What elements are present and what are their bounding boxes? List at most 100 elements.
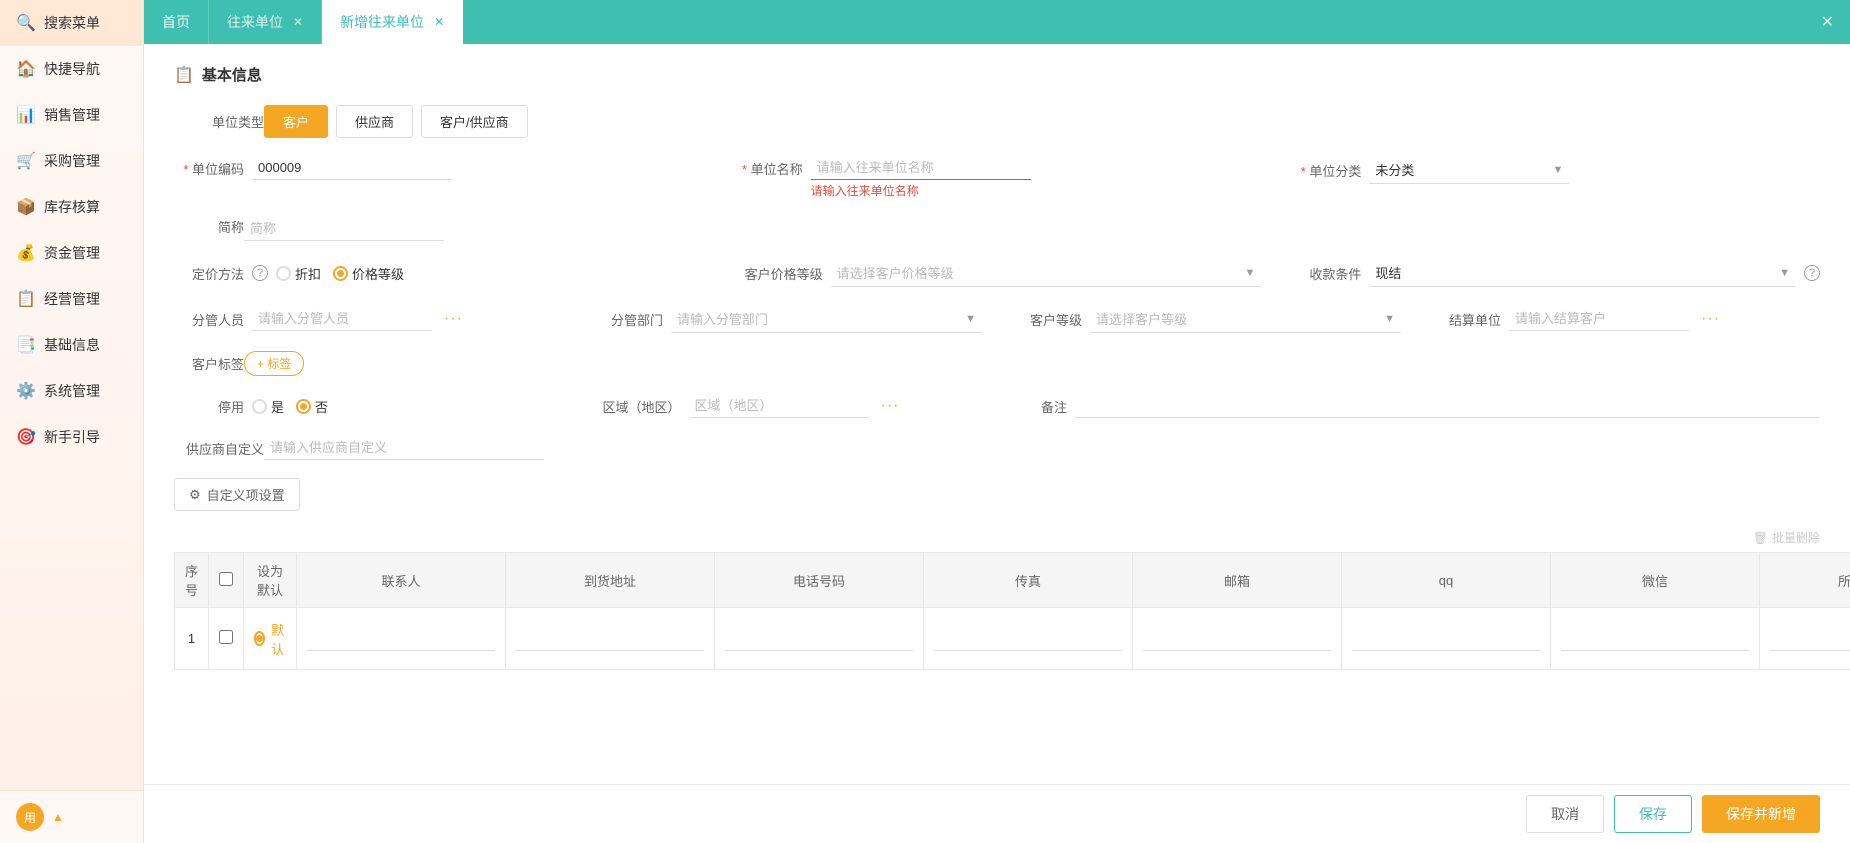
- money-icon: 💰: [16, 243, 36, 263]
- row-email-input[interactable]: [1143, 627, 1331, 651]
- window-close-button[interactable]: ✕: [1805, 12, 1850, 32]
- unit-name-field: 单位名称 请输入往来单位名称: [733, 156, 1262, 199]
- row-default-cell: 默认: [244, 608, 297, 670]
- tab-counterparty-close[interactable]: ✕: [293, 15, 303, 29]
- unit-type-both[interactable]: 客户/供应商: [421, 105, 528, 138]
- manager-input[interactable]: [252, 307, 432, 331]
- tag-add-button[interactable]: + 标签: [244, 351, 304, 376]
- unit-name-label: 单位名称: [733, 159, 803, 178]
- sidebar-item-sales[interactable]: 📊 销售管理: [0, 92, 143, 138]
- row-default-radio-group: 默认: [254, 620, 286, 658]
- sidebar-item-newbie[interactable]: 🎯 新手引导: [0, 414, 143, 460]
- unit-type-customer[interactable]: 客户: [264, 105, 328, 138]
- row-fax-input[interactable]: [934, 627, 1122, 651]
- short-name-row: 简称: [174, 217, 1820, 241]
- customer-price-level-select[interactable]: 请选择客户价格等级 ▼: [831, 259, 1262, 287]
- manager-field: 分管人员 ···: [174, 307, 563, 331]
- payment-terms-value: 现结: [1375, 263, 1775, 282]
- supplier-custom-row: 供应商自定义: [174, 436, 1820, 460]
- department-placeholder: 请输入分管部门: [677, 309, 961, 328]
- pricing-level-radio: [333, 266, 348, 281]
- cart-icon: 🛒: [16, 151, 36, 171]
- row-region-input[interactable]: [1770, 627, 1850, 651]
- sidebar-item-quicknav[interactable]: 🏠 快捷导航: [0, 46, 143, 92]
- unit-type-supplier[interactable]: 供应商: [336, 105, 413, 138]
- disabled-yes[interactable]: 是: [252, 397, 284, 416]
- table-select-all[interactable]: [219, 572, 233, 586]
- delete-icon: 🗑: [1753, 531, 1768, 545]
- region-input[interactable]: [689, 394, 869, 418]
- unit-code-input[interactable]: [252, 156, 452, 180]
- row-phone-input[interactable]: [725, 627, 913, 651]
- row-default-radio[interactable]: [254, 631, 265, 646]
- pricing-discount[interactable]: 折扣: [276, 264, 321, 283]
- pricing-level[interactable]: 价格等级: [333, 264, 404, 283]
- region-label: 区域（地区）: [601, 397, 681, 416]
- save-new-button[interactable]: 保存并新增: [1702, 795, 1820, 833]
- sidebar-item-basic[interactable]: 📑 基础信息: [0, 322, 143, 368]
- disabled-no-radio: [296, 399, 311, 414]
- pricing-row: 定价方法 ? 折扣 价格等级 客: [174, 259, 1820, 287]
- unit-category-field: 单位分类 未分类 ▼: [1291, 156, 1820, 184]
- unit-category-select[interactable]: 未分类 ▼: [1369, 156, 1569, 184]
- row-address-input[interactable]: [516, 627, 704, 651]
- pricing-help-icon[interactable]: ?: [252, 265, 268, 281]
- footer-bar: 取消 保存 保存并新增: [144, 784, 1850, 843]
- row-wechat-input[interactable]: [1561, 627, 1749, 651]
- tag-add-label: + 标签: [257, 355, 291, 372]
- pricing-field: 定价方法 ? 折扣 价格等级: [174, 264, 703, 283]
- sidebar-item-operations[interactable]: 📋 经营管理: [0, 276, 143, 322]
- batch-delete-button[interactable]: 🗑 批量删除: [1753, 529, 1820, 546]
- tab-new-counterparty-close[interactable]: ✕: [434, 15, 444, 29]
- sidebar-item-finance[interactable]: 💰 资金管理: [0, 230, 143, 276]
- custom-settings-button[interactable]: ⚙ 自定义项设置: [174, 478, 300, 511]
- custom-settings-row: ⚙ 自定义项设置: [174, 478, 1820, 523]
- settlement-unit-more-button[interactable]: ···: [1697, 310, 1724, 328]
- pricing-method-label: 定价方法: [174, 264, 244, 283]
- tab-new-counterparty[interactable]: 新增往来单位 ✕: [322, 0, 463, 44]
- region-more-button[interactable]: ···: [877, 397, 904, 415]
- row-contact-input[interactable]: [307, 627, 495, 651]
- manager-more-button[interactable]: ···: [440, 310, 467, 328]
- table-header-checkbox: [209, 553, 244, 608]
- remark-label: 备注: [1027, 397, 1067, 416]
- sidebar-item-system[interactable]: ⚙️ 系统管理: [0, 368, 143, 414]
- row-contact: [297, 608, 506, 670]
- disabled-radio-group: 是 否: [252, 397, 328, 416]
- disabled-no-label: 否: [315, 397, 328, 416]
- row-checkbox[interactable]: [219, 630, 233, 644]
- payment-terms-select[interactable]: 现结 ▼: [1369, 259, 1796, 287]
- customer-level-label: 客户等级: [1012, 310, 1082, 329]
- payment-help-icon[interactable]: ?: [1804, 265, 1820, 281]
- region-field: 区域（地区） ···: [601, 394, 998, 418]
- table-header-email: 邮箱: [1133, 553, 1342, 608]
- payment-terms-label: 收款条件: [1291, 264, 1361, 283]
- code-name-category-row: 单位编码 单位名称 请输入往来单位名称 单位分类 未分类 ▼: [174, 156, 1820, 199]
- sidebar-bottom: 用 ▲: [0, 790, 143, 843]
- settlement-unit-input[interactable]: [1509, 307, 1689, 331]
- customer-level-select[interactable]: 请选择客户等级 ▼: [1090, 305, 1401, 333]
- section-icon: 📋: [174, 65, 194, 85]
- unit-name-error: 请输入往来单位名称: [811, 182, 1262, 199]
- settlement-unit-label: 结算单位: [1431, 310, 1501, 329]
- row-fax: [924, 608, 1133, 670]
- unit-category-value: 未分类: [1375, 160, 1548, 179]
- sidebar-item-inventory[interactable]: 📦 库存核算: [0, 184, 143, 230]
- unit-name-input[interactable]: [811, 156, 1031, 180]
- supplier-custom-input[interactable]: [264, 436, 544, 460]
- sidebar-item-purchase[interactable]: 🛒 采购管理: [0, 138, 143, 184]
- tab-home[interactable]: 首页: [144, 0, 209, 44]
- save-button[interactable]: 保存: [1614, 795, 1692, 833]
- cancel-button[interactable]: 取消: [1526, 795, 1604, 833]
- tab-counterparty[interactable]: 往来单位 ✕: [209, 0, 322, 44]
- unit-type-label: 单位类型: [174, 112, 264, 131]
- guide-icon: 🎯: [16, 427, 36, 447]
- row-qq-input[interactable]: [1352, 627, 1540, 651]
- sidebar-item-search[interactable]: 🔍 搜索菜单: [0, 0, 143, 46]
- disabled-label: 停用: [174, 397, 244, 416]
- remark-input[interactable]: [1075, 394, 1820, 418]
- department-select[interactable]: 请输入分管部门 ▼: [671, 305, 982, 333]
- disabled-no[interactable]: 否: [296, 397, 328, 416]
- short-name-input[interactable]: [244, 217, 444, 241]
- sidebar: 🔍 搜索菜单 🏠 快捷导航 📊 销售管理 🛒 采购管理 📦 库存核算 💰 资金管…: [0, 0, 144, 843]
